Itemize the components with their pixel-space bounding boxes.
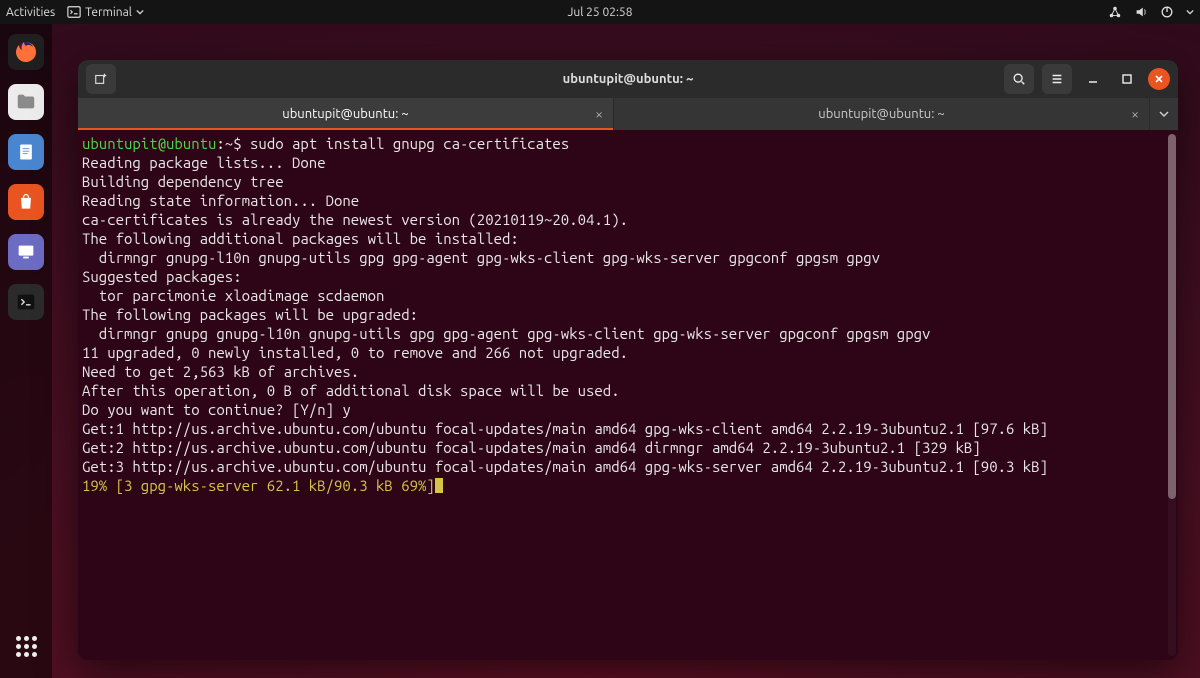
term-line: tor parcimonie xloadimage scdaemon [82,287,384,304]
terminal-body[interactable]: ubuntupit@ubuntu:~$ sudo apt install gnu… [78,130,1178,660]
dock-software[interactable] [8,184,44,220]
dock [0,24,52,678]
prompt-path: :~ [216,135,233,152]
show-applications-button[interactable] [8,628,44,664]
window-title: ubuntupit@ubuntu: ~ [563,72,694,86]
firefox-icon [14,40,38,64]
prompt-command: sudo apt install gnupg ca-certificates [250,135,569,152]
dock-files[interactable] [8,84,44,120]
term-line: dirmngr gnupg-l10n gnupg-utils gpg gpg-a… [82,249,880,266]
term-line: The following additional packages will b… [82,230,519,247]
close-button[interactable] [1148,68,1170,90]
scrollbar-thumb[interactable] [1168,134,1176,499]
terminal-window: ubuntupit@ubuntu: ~ ubuntupit@ubuntu: ~ … [78,60,1178,660]
dock-settings[interactable] [8,234,44,270]
tab-close-button[interactable]: × [595,106,603,122]
terminal-tabbar: ubuntupit@ubuntu: ~ × ubuntupit@ubuntu: … [78,98,1178,130]
hamburger-icon [1050,72,1064,86]
clock[interactable]: Jul 25 02:58 [568,6,633,19]
term-line: Need to get 2,563 kB of archives. [82,363,359,380]
term-line: Suggested packages: [82,268,242,285]
term-line: 11 upgraded, 0 newly installed, 0 to rem… [82,344,628,361]
tab-label: ubuntupit@ubuntu: ~ [282,107,408,121]
prompt-sep: $ [233,135,250,152]
maximize-icon [1121,73,1133,85]
shopping-bag-icon [16,192,36,212]
term-line: The following packages will be upgraded: [82,306,418,323]
chevron-down-icon [1159,109,1169,119]
tab-label: ubuntupit@ubuntu: ~ [818,107,944,121]
minimize-button[interactable] [1080,64,1106,94]
term-line: Get:3 http://us.archive.ubuntu.com/ubunt… [82,458,1048,475]
volume-icon[interactable] [1134,5,1148,19]
power-icon[interactable] [1160,5,1174,19]
term-line: After this operation, 0 B of additional … [82,382,620,399]
terminal-icon [15,291,37,313]
terminal-tab-1[interactable]: ubuntupit@ubuntu: ~ × [78,98,614,130]
term-line: Get:2 http://us.archive.ubuntu.com/ubunt… [82,439,981,456]
minimize-icon [1087,73,1099,85]
document-icon [16,142,36,162]
search-button[interactable] [1004,64,1034,94]
dock-terminal[interactable] [8,284,44,320]
tabs-dropdown-button[interactable] [1150,98,1178,130]
tab-close-button[interactable]: × [1131,106,1139,122]
app-menu[interactable]: Terminal [67,5,144,19]
maximize-button[interactable] [1114,64,1140,94]
cursor [435,478,443,493]
activities-button[interactable]: Activities [6,6,55,19]
hamburger-menu-button[interactable] [1042,64,1072,94]
term-line: dirmngr gnupg gnupg-l10n gnupg-utils gpg… [82,325,930,342]
search-icon [1012,72,1026,86]
grid-icon [16,636,37,657]
gnome-topbar: Activities Terminal Jul 25 02:58 [0,0,1200,24]
term-line: Do you want to continue? [Y/n] y [82,401,351,418]
close-icon [1154,74,1164,84]
term-line: Reading state information... Done [82,192,359,209]
display-icon [15,241,37,263]
term-line: Building dependency tree [82,173,284,190]
dock-firefox[interactable] [8,34,44,70]
term-line: ca-certificates is already the newest ve… [82,211,628,228]
dock-writer[interactable] [8,134,44,170]
download-progress: 19% [3 gpg-wks-server 62.1 kB/90.3 kB 69… [82,477,435,494]
app-menu-label: Terminal [85,6,132,19]
chevron-down-icon [136,8,144,16]
terminal-icon [67,5,81,19]
window-titlebar: ubuntupit@ubuntu: ~ [78,60,1178,98]
folder-icon [15,91,37,113]
chevron-down-icon[interactable] [1186,8,1194,16]
new-tab-icon [94,72,108,86]
term-line: Get:1 http://us.archive.ubuntu.com/ubunt… [82,420,1048,437]
terminal-scrollbar[interactable] [1168,134,1176,656]
prompt-userhost: ubuntupit@ubuntu [82,135,216,152]
terminal-tab-2[interactable]: ubuntupit@ubuntu: ~ × [614,98,1150,130]
new-tab-button[interactable] [86,64,116,94]
term-line: Reading package lists... Done [82,154,326,171]
network-icon[interactable] [1108,5,1122,19]
